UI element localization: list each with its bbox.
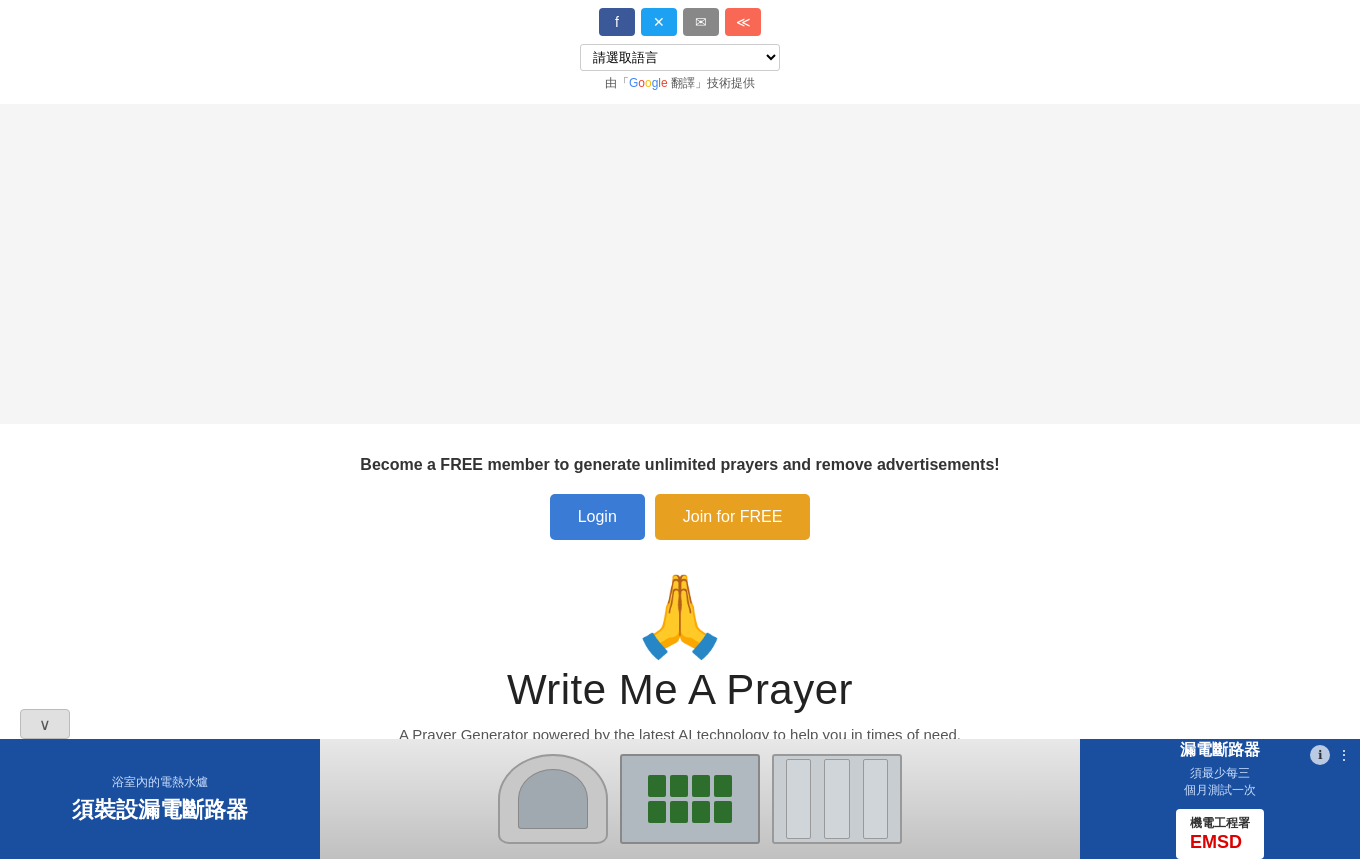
- circuit-breaker-panel: [772, 754, 902, 844]
- share-icon: ≪: [736, 14, 751, 30]
- bottom-ad-inner: 浴室內的電熱水爐 須裝設漏電斷路器: [0, 739, 1360, 859]
- panel-cell-3: [692, 775, 710, 797]
- collapse-ad-button[interactable]: ∨: [20, 709, 70, 739]
- panel-cell-5: [648, 801, 666, 823]
- heater-body: [518, 769, 588, 829]
- water-heater: [498, 754, 608, 844]
- ad-left-main-text: 須裝設漏電斷路器: [72, 795, 248, 825]
- google-g-blue: G: [629, 76, 638, 90]
- ad-info-button[interactable]: ℹ: [1310, 745, 1330, 765]
- membership-promo-text: Become a FREE member to generate unlimit…: [20, 456, 1340, 474]
- panel-cell-1: [648, 775, 666, 797]
- panel-cell-4: [714, 775, 732, 797]
- email-icon: ✉: [695, 14, 707, 30]
- panel-grid: [640, 767, 740, 831]
- join-free-button[interactable]: Join for FREE: [655, 494, 811, 540]
- twitter-share-button[interactable]: ✕: [641, 8, 677, 36]
- site-title: Write Me A Prayer: [20, 666, 1340, 714]
- ad-right-subtext: 須最少每三個月測試一次: [1184, 765, 1256, 799]
- bottom-ad-banner: 浴室內的電熱水爐 須裝設漏電斷路器: [0, 739, 1360, 859]
- circuit-breaker-1: [786, 759, 811, 839]
- language-select-wrap: 請選取語言 English 中文 日本語 한국어 Español Françai…: [580, 44, 780, 71]
- panel-cell-7: [692, 801, 710, 823]
- ad-left-section: 浴室內的電熱水爐 須裝設漏電斷路器: [0, 739, 320, 859]
- top-bar: f ✕ ✉ ≪ 請選取語言 English 中文 日本語 한국어 Español…: [0, 0, 1360, 104]
- cta-buttons: Login Join for FREE: [20, 494, 1340, 540]
- panel-cell-8: [714, 801, 732, 823]
- language-select[interactable]: 請選取語言 English 中文 日本語 한국어 Español Françai…: [580, 44, 780, 71]
- facebook-icon: f: [615, 14, 619, 30]
- chevron-down-icon: ∨: [39, 715, 51, 734]
- circuit-breaker-3: [863, 759, 888, 839]
- google-g-red2: e: [661, 76, 668, 90]
- ad-right-text: 漏電斷路器: [1180, 740, 1260, 761]
- google-g-red: o: [638, 76, 645, 90]
- circuit-breaker-2: [824, 759, 849, 839]
- ad-space: [0, 104, 1360, 424]
- electrical-equipment: [498, 754, 902, 844]
- panel-cell-2: [670, 775, 688, 797]
- prayer-emoji: 🙏: [20, 576, 1340, 656]
- electrical-panel: [620, 754, 760, 844]
- facebook-share-button[interactable]: f: [599, 8, 635, 36]
- google-g-yellow: o: [645, 76, 652, 90]
- twitter-icon: ✕: [653, 14, 665, 30]
- ad-middle-section: [320, 739, 1080, 859]
- panel-cell-6: [670, 801, 688, 823]
- email-share-button[interactable]: ✉: [683, 8, 719, 36]
- social-buttons: f ✕ ✉ ≪: [599, 8, 761, 36]
- sharethis-button[interactable]: ≪: [725, 8, 761, 36]
- ad-right-logo: 機電工程署 EMSD: [1176, 809, 1264, 859]
- login-button[interactable]: Login: [550, 494, 645, 540]
- translate-credit: 由「Google 翻譯」技術提供: [605, 75, 755, 92]
- membership-section: Become a FREE member to generate unlimit…: [0, 424, 1360, 783]
- ad-left-small-text: 浴室內的電熱水爐: [112, 774, 208, 791]
- ad-close-button[interactable]: ⋮: [1334, 745, 1354, 765]
